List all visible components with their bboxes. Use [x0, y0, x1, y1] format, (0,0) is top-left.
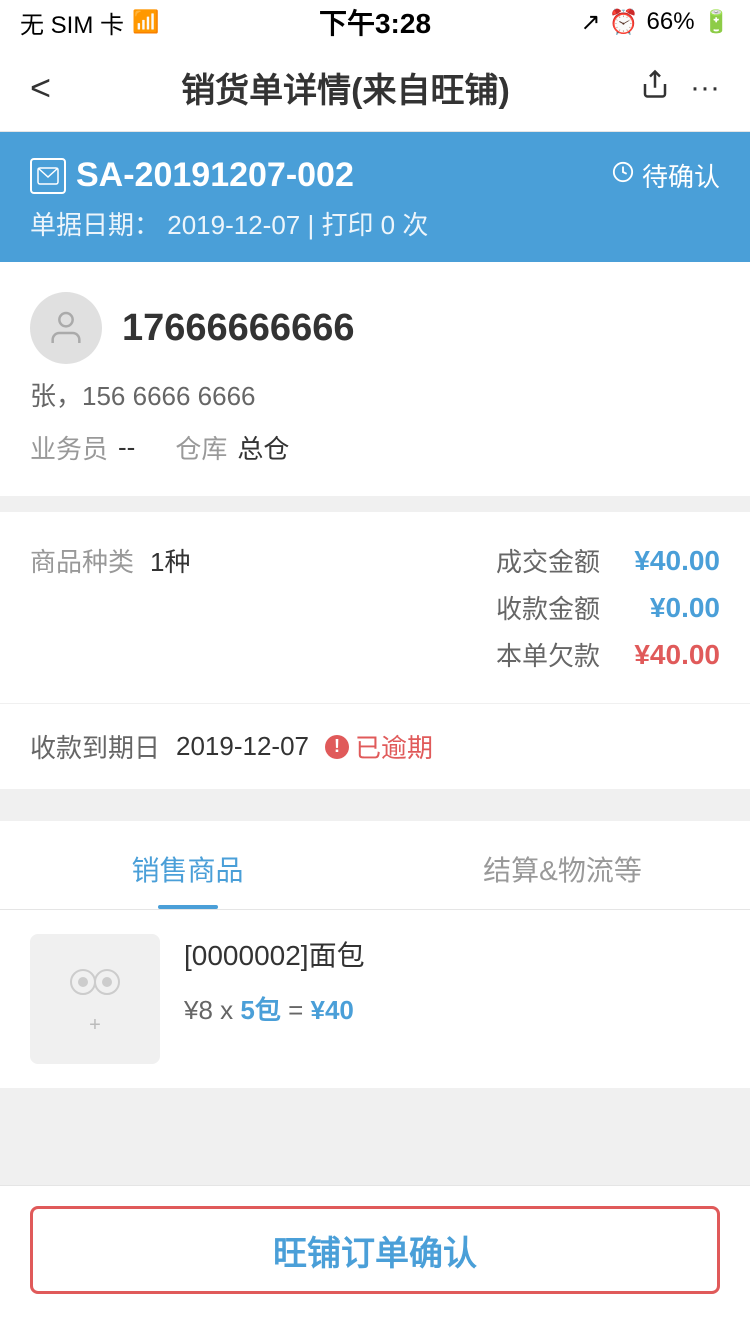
order-number: SA-20191207-002 [76, 156, 354, 195]
status-text: 待确认 [642, 157, 720, 194]
overdue-badge: ! 已逾期 [325, 728, 433, 765]
tab-settlement[interactable]: 结算&物流等 [375, 821, 750, 909]
deal-amount-label: 成交金额 [496, 542, 600, 579]
order-header: SA-20191207-002 待确认 单据日期： 2019-12-07 | 打… [0, 132, 750, 262]
summary-section: 商品种类 1种 成交金额 ¥40.00 收款金额 ¥0.00 本单欠款 ¥40.… [0, 512, 750, 703]
category-label: 商品种类 [30, 542, 134, 579]
wifi-icon: 📶 [132, 9, 159, 35]
sales-label: 业务员 [30, 429, 108, 466]
bottom-bar: 旺铺订单确认 [0, 1185, 750, 1334]
share-button[interactable] [640, 69, 670, 107]
product-price-line: ¥8 x 5包 = ¥40 [184, 990, 720, 1027]
product-item: + [0000002]面包 ¥8 x 5包 = ¥40 [30, 934, 720, 1064]
owed-amount-label: 本单欠款 [496, 636, 600, 673]
product-img-inner: + [65, 962, 125, 1037]
received-amount-row: 收款金额 ¥0.00 [496, 589, 720, 626]
plus-text: + [89, 1014, 101, 1037]
received-amount-label: 收款金额 [496, 589, 600, 626]
status-carrier: 无 SIM 卡 📶 [20, 5, 159, 40]
nav-bar: < 销货单详情(来自旺铺) ··· [0, 44, 750, 132]
battery-icon: 🔋 [703, 9, 730, 35]
location-icon: ↗ [581, 8, 601, 37]
category-value: 1种 [150, 542, 190, 579]
alarm-icon: ⏰ [609, 8, 639, 37]
overdue-text: 已逾期 [355, 728, 433, 765]
warehouse-label: 仓库 [175, 429, 227, 466]
product-price-suffix: = [281, 995, 311, 1025]
product-info: [0000002]面包 ¥8 x 5包 = ¥40 [184, 934, 720, 1027]
order-id: SA-20191207-002 [30, 156, 354, 195]
battery-text: 66% [647, 8, 695, 36]
customer-name: 张，156 6666 6666 [30, 376, 720, 413]
sales-value: -- [118, 432, 135, 463]
customer-meta: 业务员 -- 仓库 总仓 [30, 429, 720, 466]
duedate-section: 收款到期日 2019-12-07 ! 已逾期 [0, 703, 750, 789]
owed-amount-row: 本单欠款 ¥40.00 [496, 636, 720, 673]
divider-1 [0, 496, 750, 512]
customer-top: 17666666666 [30, 292, 720, 364]
warehouse-value: 总仓 [237, 429, 289, 466]
status-bar: 无 SIM 卡 📶 下午3:28 ↗ ⏰ 66% 🔋 [0, 0, 750, 44]
product-total: ¥40 [310, 995, 353, 1025]
customer-phone: 17666666666 [122, 307, 354, 350]
back-button[interactable]: < [30, 67, 51, 109]
avatar [30, 292, 102, 364]
tab-products[interactable]: 销售商品 [0, 821, 375, 909]
deal-amount-value: ¥40.00 [620, 545, 720, 577]
owed-amount-value: ¥40.00 [620, 639, 720, 671]
duedate-label: 收款到期日 [30, 728, 160, 765]
status-time: 下午3:28 [319, 2, 431, 42]
clock-icon [612, 161, 634, 190]
product-price-prefix: ¥8 x [184, 995, 240, 1025]
order-header-top: SA-20191207-002 待确认 [30, 156, 720, 195]
confirm-button[interactable]: 旺铺订单确认 [30, 1206, 720, 1294]
product-qty: 5包 [240, 995, 280, 1025]
page-title: 销货单详情(来自旺铺) [181, 63, 510, 112]
duedate-value: 2019-12-07 [176, 731, 309, 762]
warning-icon: ! [325, 735, 349, 759]
amounts-section: 成交金额 ¥40.00 收款金额 ¥0.00 本单欠款 ¥40.00 [496, 542, 720, 673]
customer-section: 17666666666 张，156 6666 6666 业务员 -- 仓库 总仓 [0, 262, 750, 496]
warehouse-meta: 仓库 总仓 [175, 429, 289, 466]
product-name: [0000002]面包 [184, 934, 720, 974]
order-date: 单据日期： 2019-12-07 | 打印 0 次 [30, 205, 720, 242]
nav-actions: ··· [640, 69, 720, 107]
sales-meta: 业务员 -- [30, 429, 135, 466]
tabs-section: 销售商品 结算&物流等 + [0, 821, 750, 1088]
tabs-header: 销售商品 结算&物流等 [0, 821, 750, 910]
category-info: 商品种类 1种 [30, 542, 190, 579]
summary-grid: 商品种类 1种 成交金额 ¥40.00 收款金额 ¥0.00 本单欠款 ¥40.… [30, 542, 720, 673]
divider-2 [0, 789, 750, 805]
owl-eyes-icon [65, 962, 125, 1010]
product-section: + [0000002]面包 ¥8 x 5包 = ¥40 [0, 910, 750, 1088]
received-amount-value: ¥0.00 [620, 592, 720, 624]
status-indicators: ↗ ⏰ 66% 🔋 [581, 8, 730, 37]
carrier-text: 无 SIM 卡 [20, 5, 124, 40]
order-envelope-icon [30, 158, 66, 194]
deal-amount-row: 成交金额 ¥40.00 [496, 542, 720, 579]
order-status: 待确认 [612, 157, 720, 194]
product-thumbnail: + [30, 934, 160, 1064]
more-button[interactable]: ··· [690, 71, 720, 105]
